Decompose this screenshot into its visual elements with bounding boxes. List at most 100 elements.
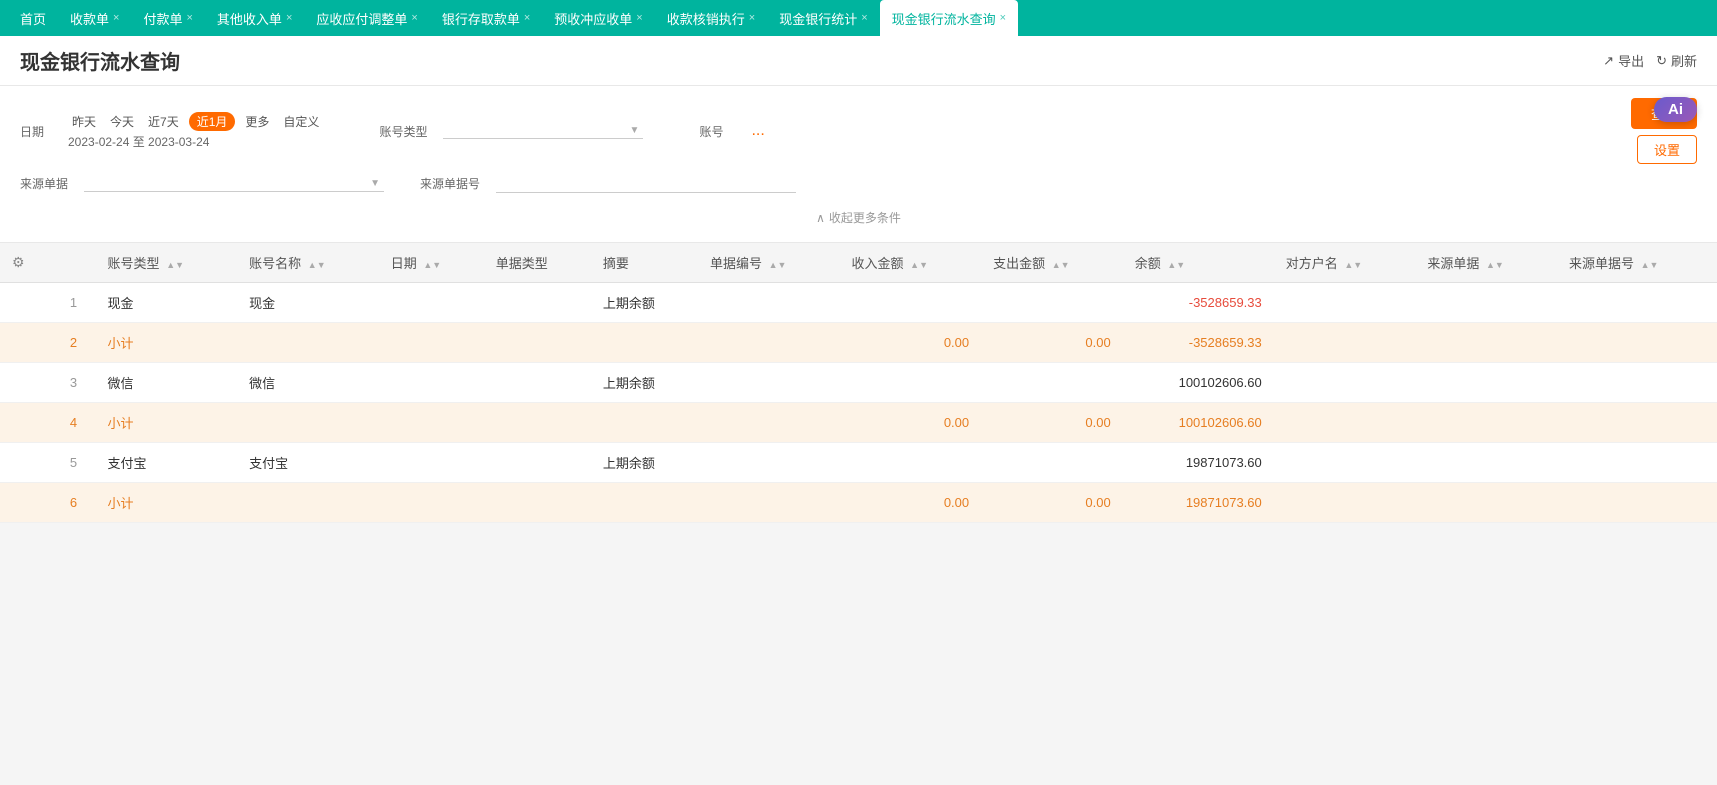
source-doc-label: 来源单据 [20, 175, 68, 192]
cell-doc-type [484, 323, 591, 363]
date-btn-more[interactable]: 更多 [241, 112, 273, 131]
cell-doc-type [484, 443, 591, 483]
cell-doc-type [484, 283, 591, 323]
nav-receipts[interactable]: 收款单 × [58, 0, 131, 36]
close-icon[interactable]: × [524, 12, 530, 24]
nav-cash-bank-flow[interactable]: 现金银行流水查询 × [880, 0, 1018, 36]
table-body: 1 现金 现金 上期余额 -3528659.33 2 小计 0.00 0.00 … [0, 283, 1717, 523]
ai-badge[interactable]: Ai [1654, 97, 1697, 122]
source-doc-no-label: 来源单据号 [420, 175, 480, 192]
nav-bank-deposit[interactable]: 银行存取款单 × [430, 0, 542, 36]
row-index: 3 [52, 363, 96, 403]
nav-prepay-offset[interactable]: 预收冲应收单 × [542, 0, 654, 36]
col-balance[interactable]: 余额 ▲▼ [1123, 243, 1274, 283]
cell-source-doc-no [1557, 323, 1717, 363]
close-icon[interactable]: × [411, 12, 417, 24]
sort-icon: ▲▼ [1486, 260, 1504, 270]
date-label: 日期 [20, 123, 52, 140]
nav-other-income[interactable]: 其他收入单 × [205, 0, 304, 36]
col-expense[interactable]: 支出金额 ▲▼ [981, 243, 1123, 283]
table-row[interactable]: 3 微信 微信 上期余额 100102606.60 [0, 363, 1717, 403]
cell-account-name [237, 483, 379, 523]
close-icon[interactable]: × [861, 12, 867, 24]
col-date[interactable]: 日期 ▲▼ [379, 243, 484, 283]
close-icon[interactable]: × [749, 12, 755, 24]
nav-collection-exec[interactable]: 收款核销执行 × [655, 0, 767, 36]
cell-income: 0.00 [840, 483, 982, 523]
col-account-type[interactable]: 账号类型 ▲▼ [96, 243, 238, 283]
cell-balance: 100102606.60 [1123, 363, 1274, 403]
source-doc-no-input[interactable] [496, 174, 796, 193]
cell-summary: 上期余额 [591, 363, 698, 403]
nav-home[interactable]: 首页 [8, 0, 58, 36]
cell-counterpart [1274, 443, 1416, 483]
row-index: 6 [52, 483, 96, 523]
cell-balance: -3528659.33 [1123, 283, 1274, 323]
row-index: 1 [52, 283, 96, 323]
col-summary: 摘要 [591, 243, 698, 283]
col-index [52, 243, 96, 283]
cell-source-doc [1415, 483, 1557, 523]
export-button[interactable]: ↗ 导出 [1603, 51, 1644, 70]
col-income[interactable]: 收入金额 ▲▼ [840, 243, 982, 283]
table-header-row: ⚙ 账号类型 ▲▼ 账号名称 ▲▼ 日期 ▲▼ 单据类型 [0, 243, 1717, 283]
nav-ar-ap-adjust[interactable]: 应收应付调整单 × [304, 0, 429, 36]
data-table: ⚙ 账号类型 ▲▼ 账号名称 ▲▼ 日期 ▲▼ 单据类型 [0, 243, 1717, 523]
close-icon[interactable]: × [113, 12, 119, 24]
account-type-select[interactable]: ▼ [443, 123, 643, 139]
cell-source-doc-no [1557, 283, 1717, 323]
date-btn-7days[interactable]: 近7天 [144, 112, 183, 131]
chevron-up-icon: ∧ [816, 211, 825, 225]
close-icon[interactable]: × [1000, 12, 1006, 24]
table-container: ⚙ 账号类型 ▲▼ 账号名称 ▲▼ 日期 ▲▼ 单据类型 [0, 243, 1717, 523]
close-icon[interactable]: × [636, 12, 642, 24]
row-checkbox[interactable] [0, 403, 52, 443]
table-row[interactable]: 5 支付宝 支付宝 上期余额 19871073.60 [0, 443, 1717, 483]
cell-source-doc-no [1557, 443, 1717, 483]
row-checkbox[interactable] [0, 283, 52, 323]
nav-cash-bank-stats[interactable]: 现金银行统计 × [767, 0, 879, 36]
sort-icon: ▲▼ [308, 260, 326, 270]
date-btn-yesterday[interactable]: 昨天 [68, 112, 100, 131]
cell-date [379, 363, 484, 403]
cell-income [840, 283, 982, 323]
col-doc-no[interactable]: 单据编号 ▲▼ [698, 243, 840, 283]
row-checkbox[interactable] [0, 483, 52, 523]
row-checkbox[interactable] [0, 443, 52, 483]
nav-payments[interactable]: 付款单 × [131, 0, 204, 36]
cell-income [840, 363, 982, 403]
table-row[interactable]: 2 小计 0.00 0.00 -3528659.33 [0, 323, 1717, 363]
account-label: 账号 [699, 123, 731, 140]
cell-doc-type [484, 363, 591, 403]
cell-doc-no [698, 483, 840, 523]
cell-counterpart [1274, 483, 1416, 523]
cell-account-type: 支付宝 [96, 443, 238, 483]
table-row[interactable]: 1 现金 现金 上期余额 -3528659.33 [0, 283, 1717, 323]
collapse-button[interactable]: ∧ 收起更多条件 [816, 209, 901, 226]
dots-button[interactable]: ... [747, 122, 768, 140]
cell-date [379, 323, 484, 363]
cell-income: 0.00 [840, 403, 982, 443]
col-source-doc-no[interactable]: 来源单据号 ▲▼ [1557, 243, 1717, 283]
row-checkbox[interactable] [0, 363, 52, 403]
cell-expense [981, 283, 1123, 323]
refresh-button[interactable]: ↻ 刷新 [1656, 51, 1697, 70]
table-row[interactable]: 6 小计 0.00 0.00 19871073.60 [0, 483, 1717, 523]
date-btn-today[interactable]: 今天 [106, 112, 138, 131]
cell-account-name [237, 323, 379, 363]
cell-account-type: 现金 [96, 283, 238, 323]
row-checkbox[interactable] [0, 323, 52, 363]
col-account-name[interactable]: 账号名称 ▲▼ [237, 243, 379, 283]
col-gear[interactable]: ⚙ [0, 243, 52, 283]
date-btn-1month[interactable]: 近1月 [189, 112, 236, 131]
cell-balance: 19871073.60 [1123, 443, 1274, 483]
close-icon[interactable]: × [286, 12, 292, 24]
close-icon[interactable]: × [186, 12, 192, 24]
col-source-doc[interactable]: 来源单据 ▲▼ [1415, 243, 1557, 283]
settings-button[interactable]: 设置 [1637, 135, 1697, 164]
source-doc-select[interactable]: ▼ [84, 176, 384, 192]
date-btn-custom[interactable]: 自定义 [279, 112, 323, 131]
col-counterpart[interactable]: 对方户名 ▲▼ [1274, 243, 1416, 283]
table-row[interactable]: 4 小计 0.00 0.00 100102606.60 [0, 403, 1717, 443]
cell-source-doc [1415, 363, 1557, 403]
